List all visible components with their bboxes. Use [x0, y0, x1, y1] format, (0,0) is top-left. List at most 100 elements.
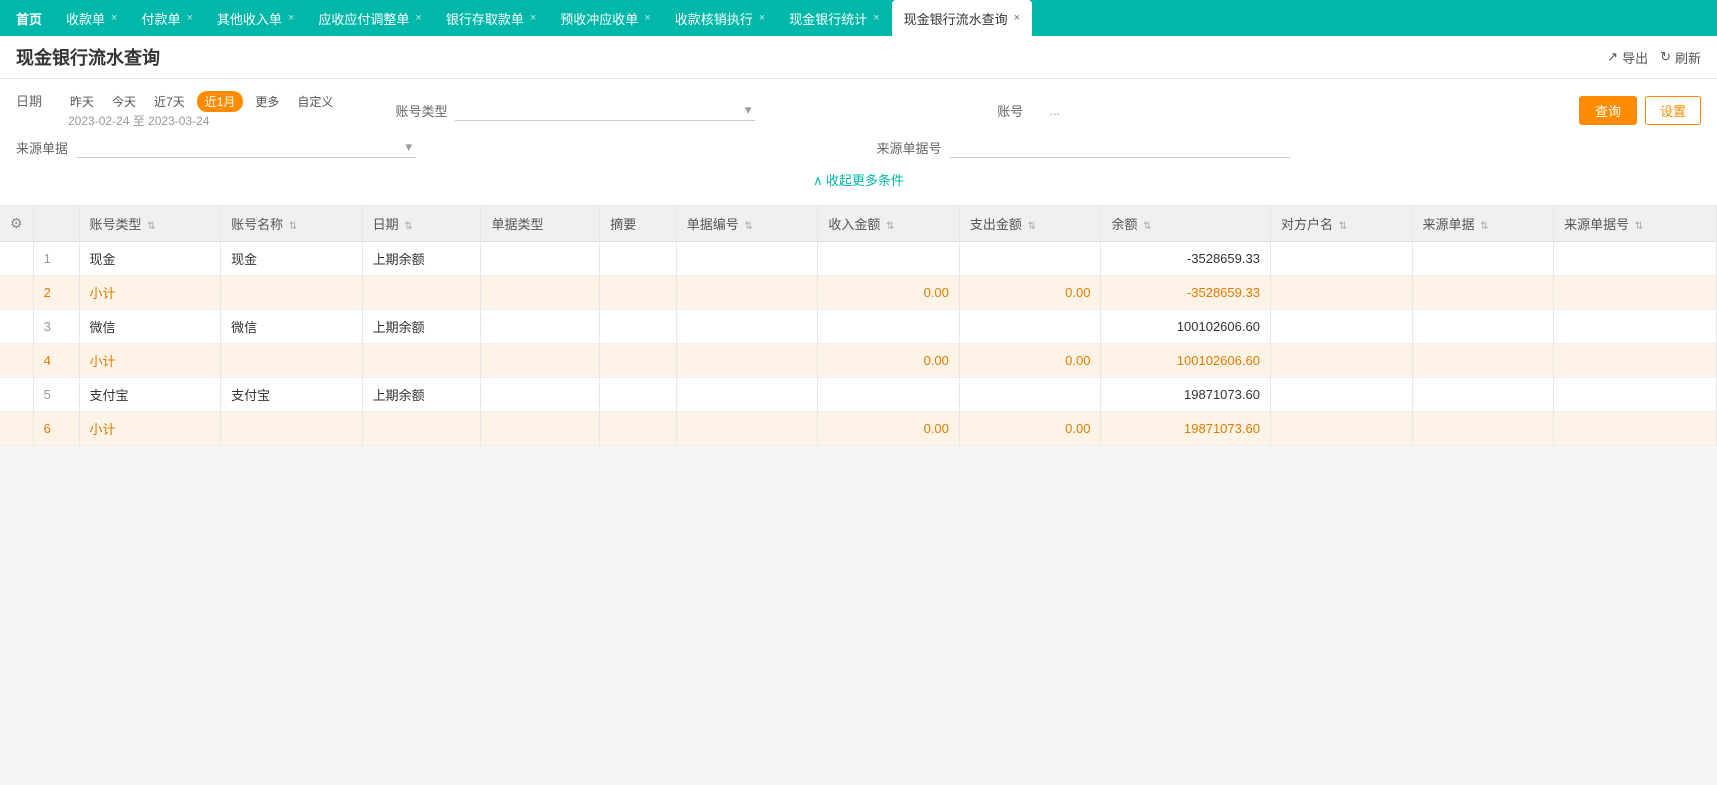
close-icon[interactable]: × — [111, 12, 117, 24]
td-summary — [600, 310, 677, 344]
close-icon[interactable]: × — [415, 12, 421, 24]
nav-item-other-income[interactable]: 其他收入单 × — [205, 0, 306, 36]
nav-item-cash-bank-flow[interactable]: 现金银行流水查询 × — [892, 0, 1032, 36]
source-doc-no-input[interactable] — [950, 138, 1290, 158]
table-row[interactable]: 1现金现金上期余额-3528659.33 — [0, 242, 1717, 276]
date-opt-more[interactable]: 更多 — [249, 91, 285, 112]
nav-item-payments[interactable]: 付款单 × — [129, 0, 204, 36]
sort-icon: ⇅ — [744, 221, 752, 232]
date-opt-custom[interactable]: 自定义 — [291, 91, 339, 112]
table-row[interactable]: 3微信微信上期余额100102606.60 — [0, 310, 1717, 344]
close-icon[interactable]: × — [759, 12, 765, 24]
table-row[interactable]: 5支付宝支付宝上期余额19871073.60 — [0, 378, 1717, 412]
th-expense[interactable]: 支出金额 ⇅ — [959, 206, 1101, 242]
th-date[interactable]: 日期 ⇅ — [362, 206, 481, 242]
nav-item-bank-deposit[interactable]: 银行存取款单 × — [434, 0, 548, 36]
td-source-doc — [1412, 378, 1554, 412]
close-icon[interactable]: × — [873, 12, 879, 24]
td-doc-number — [676, 344, 818, 378]
date-options-container: 昨天 今天 近7天 近1月 更多 自定义 2023-02-24 至 2023-0… — [64, 91, 339, 129]
header-actions: ↗ 导出 ↻ 刷新 — [1607, 48, 1701, 67]
table-row[interactable]: 2小计0.000.00-3528659.33 — [0, 276, 1717, 310]
td-source-doc — [1412, 344, 1554, 378]
sort-icon: ⇅ — [404, 221, 412, 232]
td-expense — [959, 378, 1101, 412]
nav-item-home[interactable]: 首页 — [4, 0, 54, 36]
source-doc-select[interactable]: ▾ — [76, 137, 416, 158]
date-opt-1month[interactable]: 近1月 — [197, 91, 244, 112]
th-source-doc-no[interactable]: 来源单据号 ⇅ — [1554, 206, 1717, 242]
td-source-doc-no — [1554, 276, 1717, 310]
account-type-field: 账号类型 ▾ — [395, 100, 961, 121]
th-income[interactable]: 收入金额 ⇅ — [818, 206, 960, 242]
date-filter-group: 日期 昨天 今天 近7天 近1月 更多 自定义 2023-02-24 至 202… — [16, 91, 339, 129]
td-balance: 100102606.60 — [1101, 310, 1270, 344]
td-settings — [0, 412, 33, 446]
td-account-type: 小计 — [79, 412, 221, 446]
date-range-display: 2023-02-24 至 2023-03-24 — [68, 112, 339, 129]
td-summary — [600, 242, 677, 276]
refresh-icon: ↻ — [1660, 49, 1671, 65]
th-account-name[interactable]: 账号名称 ⇅ — [221, 206, 363, 242]
th-account-type[interactable]: 账号类型 ⇅ — [79, 206, 221, 242]
close-icon[interactable]: × — [186, 12, 192, 24]
th-balance[interactable]: 余额 ⇅ — [1101, 206, 1270, 242]
data-table: ⚙ 账号类型 ⇅ 账号名称 ⇅ 日期 ⇅ 单据类型 摘要 单据编号 ⇅ 收入金额… — [0, 206, 1717, 446]
th-counterpart[interactable]: 对方户名 ⇅ — [1270, 206, 1412, 242]
td-income: 0.00 — [818, 276, 960, 310]
td-balance: -3528659.33 — [1101, 242, 1270, 276]
td-expense — [959, 242, 1101, 276]
td-account-name: 现金 — [221, 242, 363, 276]
td-source-doc-no — [1554, 310, 1717, 344]
close-icon[interactable]: × — [644, 12, 650, 24]
td-num: 2 — [33, 276, 79, 310]
export-button[interactable]: ↗ 导出 — [1607, 48, 1648, 67]
settings-button[interactable]: 设置 — [1645, 96, 1701, 125]
th-source-doc[interactable]: 来源单据 ⇅ — [1412, 206, 1554, 242]
source-doc-label: 来源单据 — [16, 138, 68, 157]
nav-item-ar-ap-adjust[interactable]: 应收应付调整单 × — [306, 0, 433, 36]
td-counterpart — [1270, 344, 1412, 378]
td-counterpart — [1270, 378, 1412, 412]
account-label: 账号 — [997, 101, 1037, 120]
close-icon[interactable]: × — [1014, 12, 1020, 24]
export-icon: ↗ — [1607, 49, 1618, 65]
date-opt-yesterday[interactable]: 昨天 — [64, 91, 100, 112]
sort-icon: ⇅ — [1480, 221, 1488, 232]
td-doc-type — [481, 344, 600, 378]
td-date: 上期余额 — [362, 310, 481, 344]
query-button[interactable]: 查询 — [1579, 96, 1637, 125]
page-header: 现金银行流水查询 ↗ 导出 ↻ 刷新 — [0, 36, 1717, 79]
date-opt-7days[interactable]: 近7天 — [148, 91, 191, 112]
refresh-button[interactable]: ↻ 刷新 — [1660, 48, 1701, 67]
close-icon[interactable]: × — [530, 12, 536, 24]
td-date — [362, 344, 481, 378]
date-opt-today[interactable]: 今天 — [106, 91, 142, 112]
td-source-doc-no — [1554, 378, 1717, 412]
nav-item-collection-exec[interactable]: 收款核销执行 × — [663, 0, 777, 36]
td-doc-number — [676, 242, 818, 276]
td-settings — [0, 242, 33, 276]
td-counterpart — [1270, 412, 1412, 446]
filter-row-2: 来源单据 ▾ 来源单据号 — [16, 137, 1701, 158]
account-type-select[interactable]: ▾ — [455, 100, 755, 121]
nav-item-receipts[interactable]: 收款单 × — [54, 0, 129, 36]
td-settings — [0, 276, 33, 310]
td-source-doc-no — [1554, 344, 1717, 378]
source-doc-no-field: 来源单据号 — [877, 138, 1702, 158]
td-summary — [600, 276, 677, 310]
page-title: 现金银行流水查询 — [16, 44, 160, 70]
collapse-bar[interactable]: ∧ 收起更多条件 — [16, 166, 1701, 193]
chevron-down-icon: ▾ — [405, 139, 412, 155]
gear-icon[interactable]: ⚙ — [10, 215, 23, 231]
th-doc-number[interactable]: 单据编号 ⇅ — [676, 206, 818, 242]
td-account-type: 小计 — [79, 344, 221, 378]
close-icon[interactable]: × — [288, 12, 294, 24]
sort-icon: ⇅ — [1143, 221, 1151, 232]
table-row[interactable]: 4小计0.000.00100102606.60 — [0, 344, 1717, 378]
td-counterpart — [1270, 310, 1412, 344]
table-row[interactable]: 6小计0.000.0019871073.60 — [0, 412, 1717, 446]
nav-item-advance-offset[interactable]: 预收冲应收单 × — [548, 0, 662, 36]
date-label: 日期 — [16, 91, 56, 110]
nav-item-cash-bank-stats[interactable]: 现金银行统计 × — [777, 0, 891, 36]
